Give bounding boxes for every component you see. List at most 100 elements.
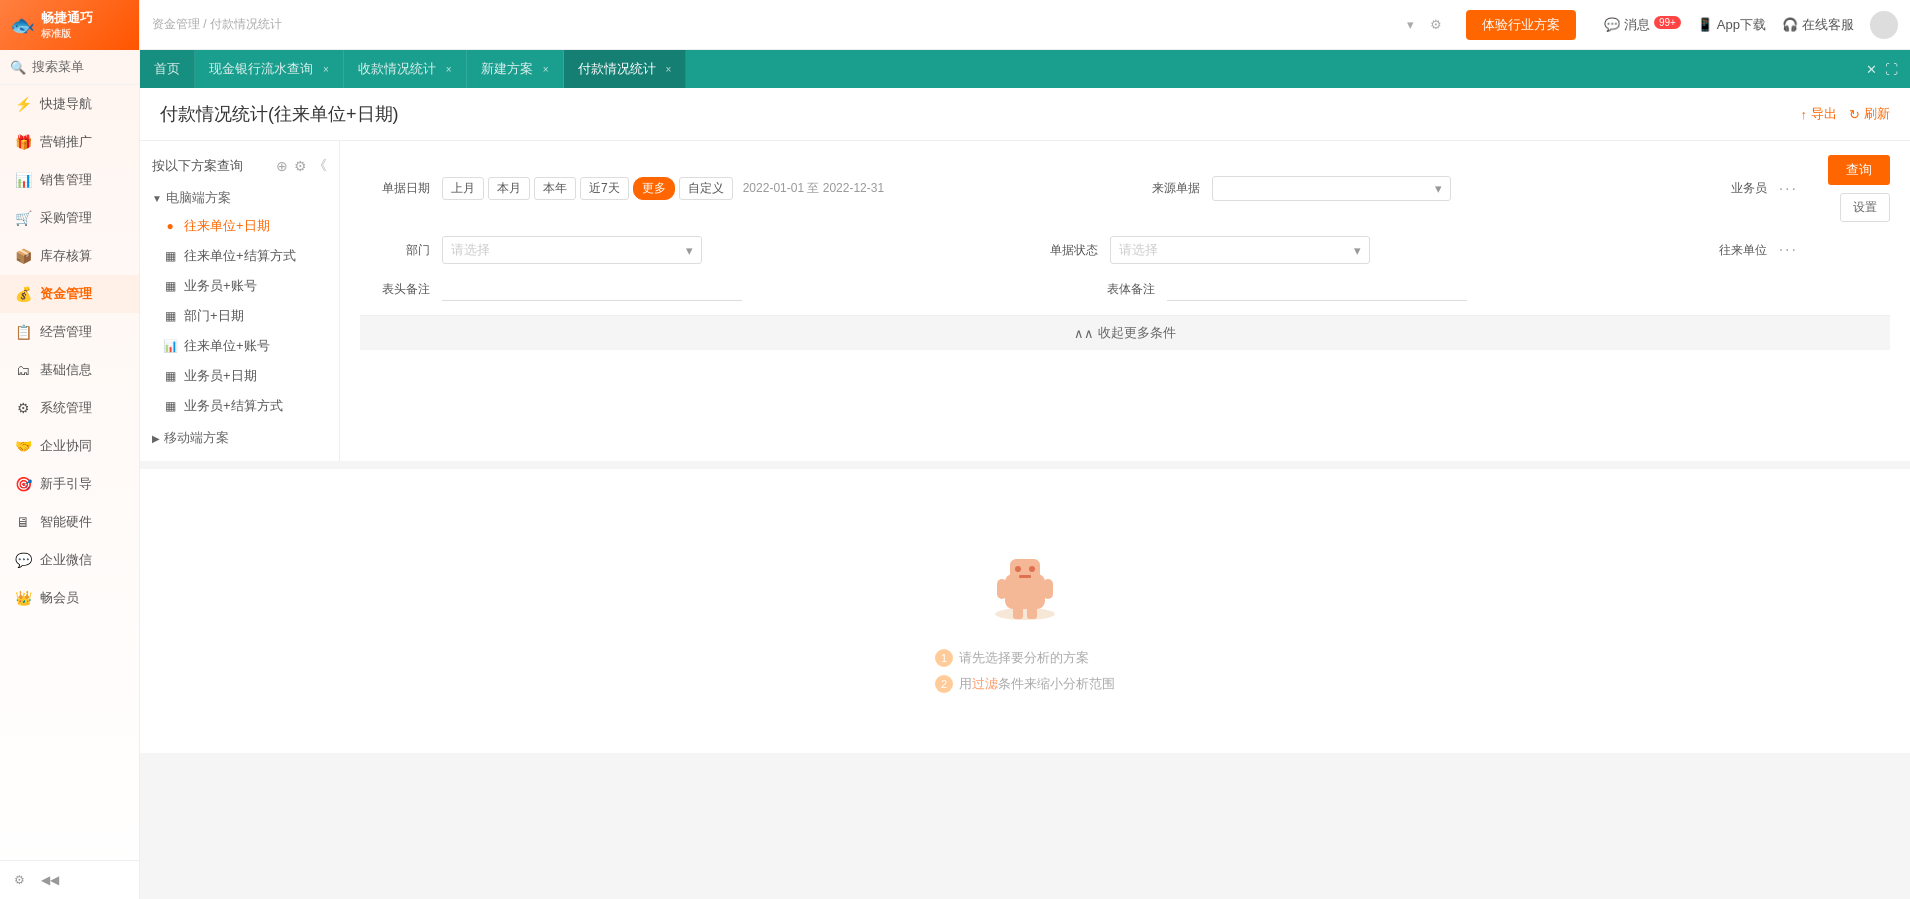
sidebar-item-basic-info[interactable]: 🗂 基础信息 <box>0 351 139 389</box>
scheme-item-unit-account[interactable]: 📊 往来单位+账号 <box>140 331 339 361</box>
sidebar-item-wechat[interactable]: 💬 企业微信 <box>0 541 139 579</box>
headset-icon: 🎧 <box>1782 17 1798 32</box>
sidebar-item-quick-nav[interactable]: ⚡ 快捷导航 <box>0 85 139 123</box>
scheme-collapse-icon[interactable]: 《 <box>313 157 327 175</box>
scheme-group-desktop-title[interactable]: ▼ 电脑端方案 <box>140 185 339 211</box>
tab-bank-flow-close[interactable]: × <box>323 64 329 75</box>
scheme-item-dept-date[interactable]: ▦ 部门+日期 <box>140 301 339 331</box>
search-label: 搜索菜单 <box>32 58 84 76</box>
filter-area: 单据日期 上月 本月 本年 近7天 更多 自定义 2022-01-01 至 20… <box>340 141 1910 461</box>
system-icon: ⚙ <box>14 399 32 417</box>
query-button[interactable]: 查询 <box>1828 155 1890 185</box>
member-icon: 👑 <box>14 589 32 607</box>
search-menu[interactable]: 🔍 搜索菜单 <box>0 50 139 85</box>
inventory-icon: 📦 <box>14 247 32 265</box>
date-btn-this-year[interactable]: 本年 <box>534 177 576 200</box>
staff-settle-icon: ▦ <box>162 399 178 413</box>
sidebar-item-label: 企业微信 <box>40 551 92 569</box>
top-header: 资金管理 / 付款情况统计 ▾ ⚙ 体验行业方案 💬 消息 99+ 📱 App下… <box>140 0 1910 50</box>
notification-btn[interactable]: 💬 消息 99+ <box>1604 16 1681 34</box>
collapse-button[interactable]: ∧∧ 收起更多条件 <box>1074 324 1176 342</box>
body-note-input[interactable] <box>1167 278 1467 301</box>
setting-button[interactable]: 设置 <box>1840 193 1890 222</box>
scheme-sidebar: 按以下方案查询 ⊕ ⚙ 《 ▼ 电脑端方案 ● 往来单位+日期 <box>140 141 340 461</box>
notification-label: 消息 <box>1624 16 1650 34</box>
sidebar-item-purchase[interactable]: 🛒 采购管理 <box>0 199 139 237</box>
svg-point-4 <box>1029 566 1035 572</box>
date-btn-7days[interactable]: 近7天 <box>580 177 629 200</box>
tab-controls: ✕ ⛶ <box>1854 50 1910 88</box>
tab-new-scheme-close[interactable]: × <box>543 64 549 75</box>
online-service-btn[interactable]: 🎧 在线客服 <box>1782 16 1854 34</box>
step-2-text: 用过滤条件来缩小分析范围 <box>959 675 1115 693</box>
sidebar-item-label: 系统管理 <box>40 399 92 417</box>
export-button[interactable]: ↑ 导出 <box>1801 105 1838 123</box>
tab-home-label: 首页 <box>154 60 180 78</box>
date-btn-more[interactable]: 更多 <box>633 177 675 200</box>
sidebar-item-member[interactable]: 👑 畅会员 <box>0 579 139 617</box>
sidebar-item-system[interactable]: ⚙ 系统管理 <box>0 389 139 427</box>
scheme-item-unit-settle[interactable]: ▦ 往来单位+结算方式 <box>140 241 339 271</box>
step-2-prefix: 用 <box>959 676 972 691</box>
page-title-bar: 付款情况统计(往来单位+日期) ↑ 导出 ↻ 刷新 <box>140 88 1910 141</box>
sidebar-item-capital[interactable]: 💰 资金管理 <box>0 275 139 313</box>
date-btn-custom[interactable]: 自定义 <box>679 177 733 200</box>
scheme-settings-icon[interactable]: ⚙ <box>294 158 307 174</box>
empty-illustration <box>975 529 1075 629</box>
sidebar-item-hardware[interactable]: 🖥 智能硬件 <box>0 503 139 541</box>
tab-expand-icon[interactable]: ⛶ <box>1885 62 1898 77</box>
header-settings-icon[interactable]: ⚙ <box>1430 17 1442 32</box>
scheme-item-staff-date[interactable]: ▦ 业务员+日期 <box>140 361 339 391</box>
sidebar-item-operation[interactable]: 📋 经营管理 <box>0 313 139 351</box>
user-avatar[interactable] <box>1870 11 1898 39</box>
refresh-button[interactable]: ↻ 刷新 <box>1849 105 1890 123</box>
body-note-label: 表体备注 <box>1085 281 1155 298</box>
refresh-label: 刷新 <box>1864 105 1890 123</box>
app-download-icon: 📱 <box>1697 17 1713 32</box>
sidebar-item-cooperation[interactable]: 🤝 企业协同 <box>0 427 139 465</box>
tab-home[interactable]: 首页 <box>140 50 195 88</box>
tab-bank-flow[interactable]: 现金银行流水查询 × <box>195 50 344 88</box>
dept-select[interactable]: 请选择 ▾ <box>442 236 702 264</box>
sidebar-item-sales[interactable]: 📊 销售管理 <box>0 161 139 199</box>
doc-status-label: 单据状态 <box>1028 242 1098 259</box>
svg-rect-8 <box>1013 607 1023 619</box>
staff-dots[interactable]: ··· <box>1779 180 1798 198</box>
scheme-add-icon[interactable]: ⊕ <box>276 158 288 174</box>
sidebar-item-guide[interactable]: 🎯 新手引导 <box>0 465 139 503</box>
tab-payment-stat-label: 付款情况统计 <box>578 60 656 78</box>
scheme-item-staff-settle[interactable]: ▦ 业务员+结算方式 <box>140 391 339 421</box>
date-btn-last-month[interactable]: 上月 <box>442 177 484 200</box>
scheme-item-staff-account[interactable]: ▦ 业务员+账号 <box>140 271 339 301</box>
scheme-group-mobile-title[interactable]: ▶ 移动端方案 <box>140 425 339 451</box>
footer-collapse-btn[interactable]: ◀◀ <box>37 869 63 891</box>
tab-payment-stat-close[interactable]: × <box>666 64 672 75</box>
source-select[interactable]: ▾ <box>1212 176 1452 201</box>
trial-button[interactable]: 体验行业方案 <box>1466 10 1576 40</box>
tab-collection-close[interactable]: × <box>446 64 452 75</box>
scheme-item-label: 往来单位+结算方式 <box>184 247 296 265</box>
tab-payment-stat[interactable]: 付款情况统计 × <box>564 50 687 88</box>
scheme-header-title: 按以下方案查询 <box>152 157 243 175</box>
staff-date-icon: ▦ <box>162 369 178 383</box>
footer-settings-btn[interactable]: ⚙ <box>10 869 29 891</box>
date-btn-this-month[interactable]: 本月 <box>488 177 530 200</box>
marketing-icon: 🎁 <box>14 133 32 151</box>
step-1-num: 1 <box>935 649 953 667</box>
app-download-btn[interactable]: 📱 App下载 <box>1697 16 1766 34</box>
tab-collection[interactable]: 收款情况统计 × <box>344 50 467 88</box>
sidebar-item-label: 营销推广 <box>40 133 92 151</box>
tab-new-scheme[interactable]: 新建方案 × <box>467 50 564 88</box>
collapse-label: 收起更多条件 <box>1098 324 1176 342</box>
sidebar-item-label: 销售管理 <box>40 171 92 189</box>
svg-point-3 <box>1015 566 1021 572</box>
dropdown-icon[interactable]: ▾ <box>1407 17 1414 32</box>
sidebar-item-marketing[interactable]: 🎁 营销推广 <box>0 123 139 161</box>
doc-status-select[interactable]: 请选择 ▾ <box>1110 236 1370 264</box>
sidebar-item-inventory[interactable]: 📦 库存核算 <box>0 237 139 275</box>
header-note-input[interactable] <box>442 278 742 301</box>
scheme-item-unit-date[interactable]: ● 往来单位+日期 <box>140 211 339 241</box>
tab-close-all-icon[interactable]: ✕ <box>1866 62 1877 77</box>
unit-dots[interactable]: ··· <box>1779 241 1798 259</box>
logo-icon: 🐟 <box>10 13 35 37</box>
